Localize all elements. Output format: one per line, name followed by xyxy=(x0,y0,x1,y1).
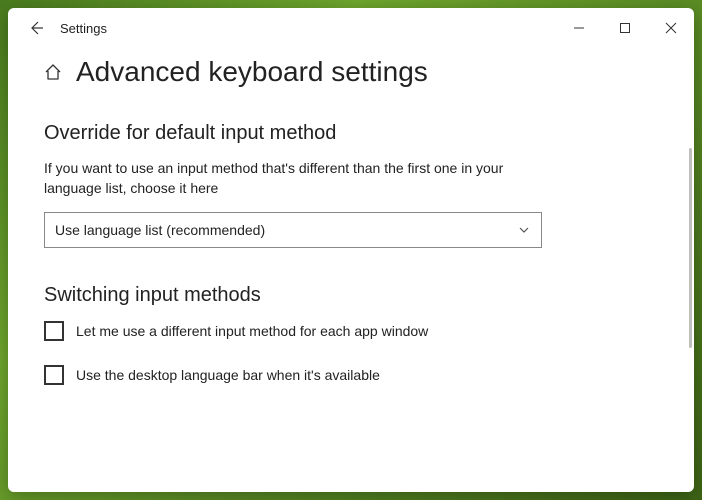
scrollbar[interactable] xyxy=(689,148,692,348)
page-title: Advanced keyboard settings xyxy=(76,56,428,88)
override-heading: Override for default input method xyxy=(44,122,658,145)
per-app-input-label: Let me use a different input method for … xyxy=(76,323,428,339)
dropdown-value: Use language list (recommended) xyxy=(55,222,517,238)
per-app-input-checkbox[interactable] xyxy=(44,321,64,341)
per-app-input-checkbox-row[interactable]: Let me use a different input method for … xyxy=(44,321,658,341)
window-title: Settings xyxy=(60,21,107,36)
minimize-icon xyxy=(573,22,585,34)
home-button[interactable] xyxy=(44,63,62,81)
desktop-language-bar-label: Use the desktop language bar when it's a… xyxy=(76,367,380,383)
minimize-button[interactable] xyxy=(556,8,602,48)
back-button[interactable] xyxy=(16,8,56,48)
titlebar: Settings xyxy=(8,8,694,48)
window-controls xyxy=(556,8,694,48)
back-icon xyxy=(28,20,44,36)
desktop-language-bar-checkbox-row[interactable]: Use the desktop language bar when it's a… xyxy=(44,365,658,385)
content-area: Advanced keyboard settings Override for … xyxy=(8,48,694,492)
close-button[interactable] xyxy=(648,8,694,48)
close-icon xyxy=(665,22,677,34)
chevron-down-icon xyxy=(517,223,531,237)
settings-window: Settings xyxy=(8,8,694,492)
desktop-language-bar-checkbox[interactable] xyxy=(44,365,64,385)
input-method-dropdown[interactable]: Use language list (recommended) xyxy=(44,212,542,248)
maximize-icon xyxy=(619,22,631,34)
switching-heading: Switching input methods xyxy=(44,284,658,307)
override-description: If you want to use an input method that'… xyxy=(44,159,524,198)
home-icon xyxy=(44,63,62,81)
maximize-button[interactable] xyxy=(602,8,648,48)
page-header: Advanced keyboard settings xyxy=(44,56,658,88)
